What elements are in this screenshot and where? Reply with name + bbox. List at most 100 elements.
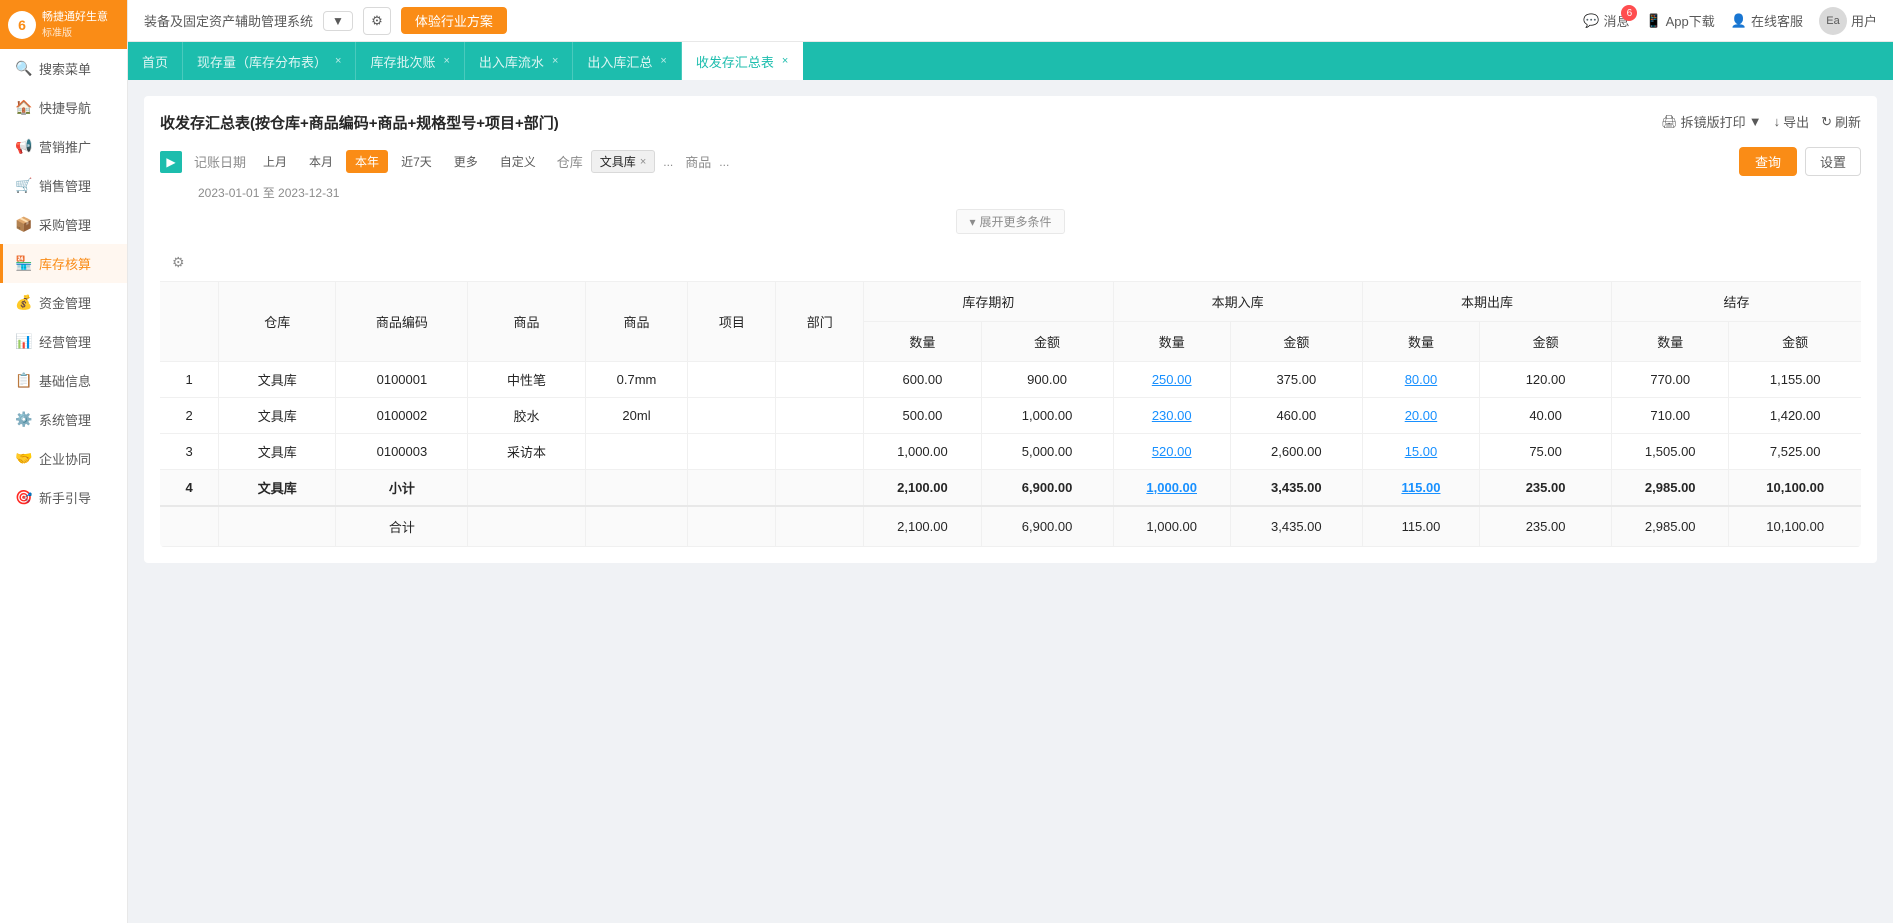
date-btn-this-year[interactable]: 本年: [346, 150, 388, 173]
app-download-action[interactable]: 📱 App下载: [1645, 11, 1714, 30]
row1-warehouse: 文具库: [219, 362, 336, 398]
date-btn-7days[interactable]: 近7天: [392, 150, 441, 173]
table-settings-icon[interactable]: ⚙: [172, 254, 185, 271]
export-button[interactable]: ↓ 导出: [1774, 112, 1810, 131]
row3-out-qty[interactable]: 15.00: [1362, 434, 1479, 470]
sidebar-item-label: 资金管理: [39, 293, 91, 312]
print-button[interactable]: 🖨 拆镜版打印 ▼: [1661, 112, 1761, 131]
row1-out-qty[interactable]: 80.00: [1362, 362, 1479, 398]
sidebar-item-label: 系统管理: [39, 410, 91, 429]
date-btn-custom[interactable]: 自定义: [491, 150, 545, 173]
row1-closing-qty: 770.00: [1612, 362, 1729, 398]
total-in-amount: 3,435.00: [1230, 506, 1362, 547]
phone-icon: 📱: [1645, 13, 1661, 29]
date-btn-more[interactable]: 更多: [445, 150, 487, 173]
tab-inout-flow-label: 出入库流水: [479, 52, 544, 71]
sidebar-item-enterprise[interactable]: 🤝 企业协同: [0, 439, 127, 478]
subtotal-closing-qty: 2,985.00: [1612, 470, 1729, 507]
row1-in-qty[interactable]: 250.00: [1113, 362, 1230, 398]
query-button[interactable]: 查询: [1739, 147, 1797, 176]
avatar: Ea: [1819, 7, 1847, 35]
subtotal-in-qty[interactable]: 1,000.00: [1113, 470, 1230, 507]
sidebar-item-label: 基础信息: [39, 371, 91, 390]
filter-expand-button[interactable]: ▶: [160, 151, 182, 173]
th-num: [160, 282, 219, 362]
user-action[interactable]: Ea 用户: [1819, 7, 1877, 35]
total-opening-amount: 6,900.00: [981, 506, 1113, 547]
logo-icon: 6: [8, 11, 36, 39]
tab-stock-summary[interactable]: 收发存汇总表 ×: [682, 42, 803, 80]
gear-button[interactable]: ⚙: [363, 7, 391, 35]
sidebar-item-basic[interactable]: 📋 基础信息: [0, 361, 127, 400]
tab-stock-dist-close[interactable]: ×: [335, 55, 341, 67]
subtotal-out-qty[interactable]: 115.00: [1362, 470, 1479, 507]
tab-batch-close[interactable]: ×: [443, 55, 449, 67]
refresh-button[interactable]: ↻ 刷新: [1821, 112, 1861, 131]
total-in-qty: 1,000.00: [1113, 506, 1230, 547]
trial-button[interactable]: 体验行业方案: [401, 7, 507, 34]
th-opening-qty: 数量: [864, 322, 981, 362]
tab-inout-summary-close[interactable]: ×: [660, 55, 666, 67]
row3-num: 3: [160, 434, 219, 470]
message-icon: 💬: [1583, 13, 1599, 29]
main-card: 收发存汇总表(按仓库+商品编码+商品+规格型号+项目+部门) 🖨 拆镜版打印 ▼…: [144, 96, 1877, 563]
sidebar-item-sales[interactable]: 🛒 销售管理: [0, 166, 127, 205]
tab-inout-flow[interactable]: 出入库流水 ×: [465, 42, 573, 80]
table-row: 1 文具库 0100001 中性笔 0.7mm 600.00 900.00 25…: [160, 362, 1861, 398]
sidebar-item-finance[interactable]: 💰 资金管理: [0, 283, 127, 322]
tab-home[interactable]: 首页: [128, 42, 183, 80]
th-group-opening: 库存期初: [864, 282, 1113, 322]
warehouse-more-dots[interactable]: ...: [663, 155, 673, 169]
system-select[interactable]: ▼: [323, 11, 353, 31]
th-group-out: 本期出库: [1362, 282, 1611, 322]
tab-stock-dist[interactable]: 现存量（库存分布表） ×: [183, 42, 356, 80]
print-icon: 🖨: [1661, 114, 1678, 130]
row2-opening-amount: 1,000.00: [981, 398, 1113, 434]
set-button[interactable]: 设置: [1805, 147, 1861, 176]
sidebar-item-system[interactable]: ⚙️ 系统管理: [0, 400, 127, 439]
subtotal-closing-amount: 10,100.00: [1729, 470, 1861, 507]
row3-out-amount: 75.00: [1480, 434, 1612, 470]
th-warehouse: 仓库: [219, 282, 336, 362]
date-btn-this-month[interactable]: 本月: [300, 150, 342, 173]
th-opening-amount: 金额: [981, 322, 1113, 362]
row1-opening-amount: 900.00: [981, 362, 1113, 398]
refresh-icon: ↻: [1821, 114, 1832, 130]
total-closing-amount: 10,100.00: [1729, 506, 1861, 547]
subtotal-num: 4: [160, 470, 219, 507]
th-out-qty: 数量: [1362, 322, 1479, 362]
online-service-action[interactable]: 👤 在线客服: [1731, 11, 1803, 30]
message-action[interactable]: 💬 消息 6: [1583, 11, 1629, 30]
row2-out-qty[interactable]: 20.00: [1362, 398, 1479, 434]
row2-in-qty[interactable]: 230.00: [1113, 398, 1230, 434]
sidebar: 6 畅捷通好生意 标准版 🔍 搜索菜单 🏠 快捷导航 📢 营销推广 🛒 销售管理…: [0, 0, 128, 923]
row1-num: 1: [160, 362, 219, 398]
tab-batch-label: 库存批次账: [370, 52, 435, 71]
sidebar-item-inventory[interactable]: 🏪 库存核算: [0, 244, 127, 283]
tab-inout-flow-close[interactable]: ×: [552, 55, 558, 67]
th-out-amount: 金额: [1480, 322, 1612, 362]
date-btn-last-month[interactable]: 上月: [254, 150, 296, 173]
sidebar-item-guide[interactable]: 🎯 新手引导: [0, 478, 127, 517]
tab-inout-summary[interactable]: 出入库汇总 ×: [573, 42, 681, 80]
row2-dept: [776, 398, 864, 434]
date-filter: 上月 本月 本年 近7天 更多 自定义: [254, 150, 545, 173]
sidebar-item-operation[interactable]: 📊 经营管理: [0, 322, 127, 361]
tab-stock-summary-close[interactable]: ×: [782, 55, 788, 67]
goods-label: 商品: [685, 152, 711, 171]
row3-name: 采访本: [468, 434, 585, 470]
row3-project: [688, 434, 776, 470]
expand-more-button[interactable]: ▾ 展开更多条件: [956, 209, 1064, 234]
warehouse-tag-close[interactable]: ×: [640, 156, 646, 168]
subtotal-in-amount: 3,435.00: [1230, 470, 1362, 507]
th-code: 商品编码: [336, 282, 468, 362]
sidebar-item-label: 企业协同: [39, 449, 91, 468]
system-icon: ⚙️: [15, 411, 33, 428]
sidebar-item-purchase[interactable]: 📦 采购管理: [0, 205, 127, 244]
sidebar-item-search[interactable]: 🔍 搜索菜单: [0, 49, 127, 88]
goods-more-dots[interactable]: ...: [719, 155, 729, 169]
sidebar-item-quick-nav[interactable]: 🏠 快捷导航: [0, 88, 127, 127]
row3-in-qty[interactable]: 520.00: [1113, 434, 1230, 470]
tab-batch[interactable]: 库存批次账 ×: [356, 42, 464, 80]
sidebar-item-marketing[interactable]: 📢 营销推广: [0, 127, 127, 166]
